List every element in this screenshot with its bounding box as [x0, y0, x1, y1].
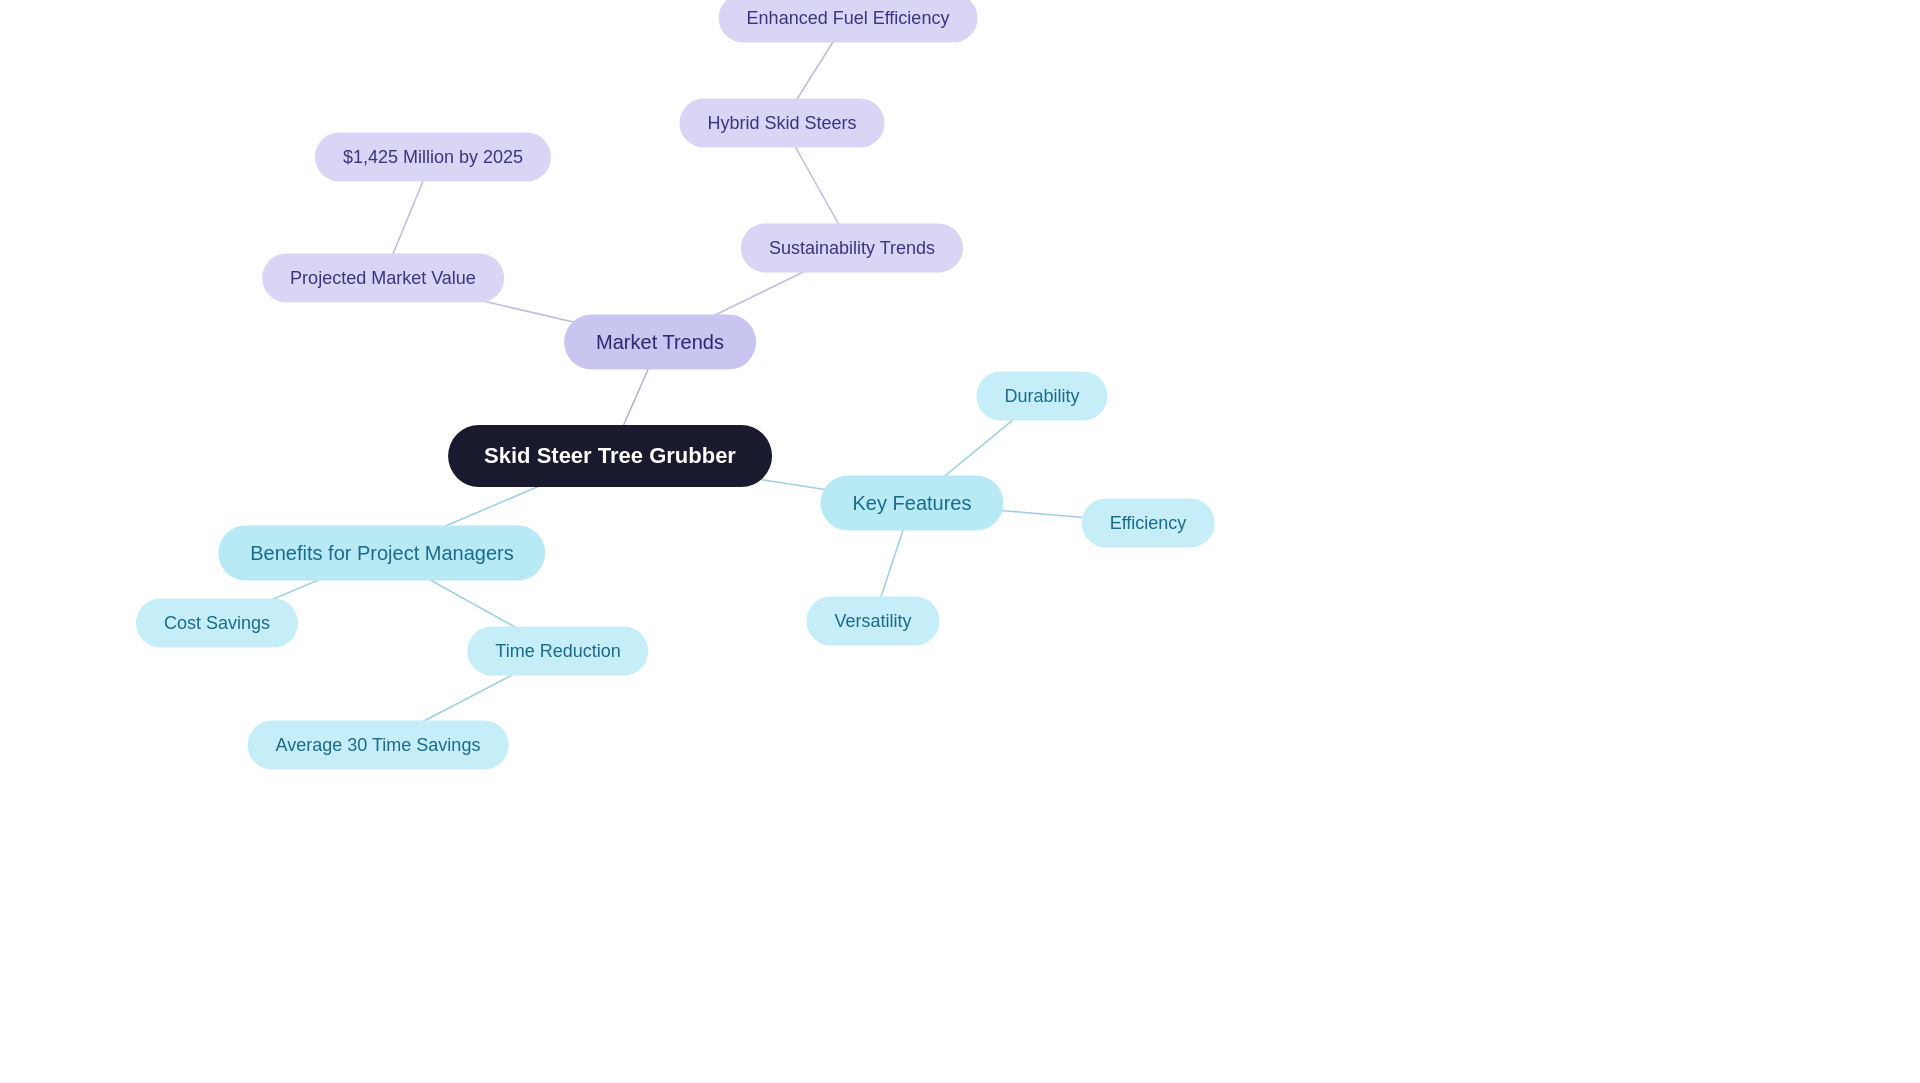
sustainability-trends-label: Sustainability Trends: [769, 238, 935, 259]
benefits-node[interactable]: Benefits for Project Managers: [218, 526, 545, 581]
center-label: Skid Steer Tree Grubber: [484, 443, 736, 469]
time-reduction-node[interactable]: Time Reduction: [467, 627, 648, 676]
key-features-node[interactable]: Key Features: [821, 476, 1004, 531]
fuel-efficiency-node[interactable]: Enhanced Fuel Efficiency: [719, 0, 978, 43]
projected-market-value-node[interactable]: Projected Market Value: [262, 254, 504, 303]
center-node[interactable]: Skid Steer Tree Grubber: [448, 425, 772, 487]
sustainability-trends-node[interactable]: Sustainability Trends: [741, 224, 963, 273]
key-features-label: Key Features: [853, 492, 972, 515]
versatility-node[interactable]: Versatility: [806, 597, 939, 646]
million-value-label: $1,425 Million by 2025: [343, 147, 523, 168]
efficiency-node[interactable]: Efficiency: [1082, 499, 1215, 548]
cost-savings-node[interactable]: Cost Savings: [136, 599, 298, 648]
hybrid-skid-steers-label: Hybrid Skid Steers: [707, 113, 856, 134]
market-trends-label: Market Trends: [596, 331, 724, 354]
market-trends-node[interactable]: Market Trends: [564, 315, 756, 370]
projected-market-value-label: Projected Market Value: [290, 268, 476, 289]
efficiency-label: Efficiency: [1110, 513, 1187, 534]
durability-label: Durability: [1004, 386, 1079, 407]
million-value-node[interactable]: $1,425 Million by 2025: [315, 133, 551, 182]
cost-savings-label: Cost Savings: [164, 613, 270, 634]
fuel-efficiency-label: Enhanced Fuel Efficiency: [747, 8, 950, 29]
hybrid-skid-steers-node[interactable]: Hybrid Skid Steers: [679, 99, 884, 148]
durability-node[interactable]: Durability: [976, 372, 1107, 421]
versatility-label: Versatility: [834, 611, 911, 632]
avg-savings-label: Average 30 Time Savings: [276, 735, 481, 756]
avg-savings-node[interactable]: Average 30 Time Savings: [248, 721, 509, 770]
time-reduction-label: Time Reduction: [495, 641, 620, 662]
benefits-label: Benefits for Project Managers: [250, 542, 513, 565]
